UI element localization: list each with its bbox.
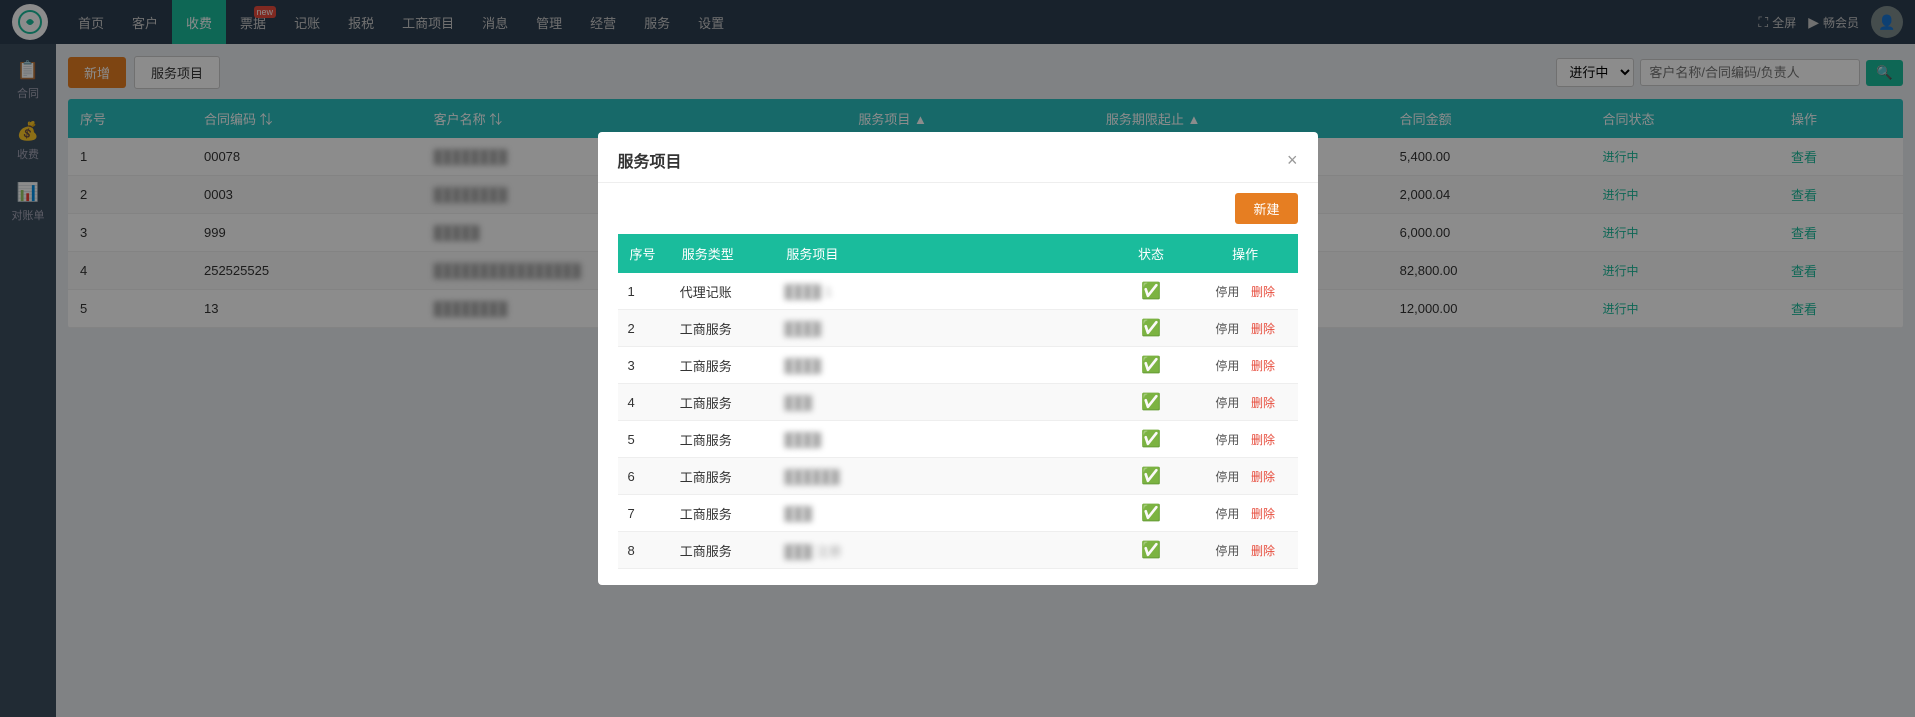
modal-cell-seq: 4 [618, 384, 670, 421]
modal-table-row: 5 工商服务 ████ ✅ 停用 删除 [618, 421, 1298, 458]
modal-table-row: 6 工商服务 ██████ ✅ 停用 删除 [618, 458, 1298, 495]
stop-button[interactable]: 停用 [1215, 322, 1239, 336]
status-check-icon: ✅ [1141, 431, 1161, 448]
modal-cell-item: ████ 1 [774, 273, 1109, 310]
modal-cell-action: 停用 删除 [1193, 273, 1298, 310]
modal-cell-item: ███ [774, 495, 1109, 532]
modal-cell-status: ✅ [1109, 495, 1193, 532]
modal-cell-seq: 7 [618, 495, 670, 532]
modal-table-row: 2 工商服务 ████ ✅ 停用 删除 [618, 310, 1298, 347]
service-table: 序号 服务类型 服务项目 状态 操作 1 代理记账 ████ 1 ✅ 停用 [618, 234, 1298, 569]
modal-cell-action: 停用 删除 [1193, 384, 1298, 421]
service-modal: 服务项目 × 新建 序号 服务类型 服务项目 状态 [598, 132, 1318, 585]
status-check-icon: ✅ [1141, 394, 1161, 411]
modal-cell-status: ✅ [1109, 532, 1193, 569]
modal-col-status: 状态 [1109, 234, 1193, 273]
modal-table-row: 1 代理记账 ████ 1 ✅ 停用 删除 [618, 273, 1298, 310]
stop-button[interactable]: 停用 [1215, 544, 1239, 558]
modal-cell-seq: 5 [618, 421, 670, 458]
status-check-icon: ✅ [1141, 283, 1161, 300]
stop-button[interactable]: 停用 [1215, 396, 1239, 410]
modal-cell-type: 工商服务 [670, 532, 775, 569]
layout: 📋 合同 💰 收费 📊 对账单 新增 服务项目 进行中 全部 已完成 已终止 [0, 44, 1915, 717]
modal-cell-item: ████ [774, 421, 1109, 458]
modal-cell-action: 停用 删除 [1193, 310, 1298, 347]
delete-button[interactable]: 删除 [1251, 359, 1275, 373]
modal-cell-item: ████ [774, 310, 1109, 347]
status-check-icon: ✅ [1141, 320, 1161, 337]
modal-cell-item: ████ [774, 347, 1109, 384]
status-check-icon: ✅ [1141, 468, 1161, 485]
modal-header: 服务项目 × [598, 132, 1318, 183]
delete-button[interactable]: 删除 [1251, 433, 1275, 447]
modal-cell-type: 代理记账 [670, 273, 775, 310]
modal-cell-type: 工商服务 [670, 347, 775, 384]
status-check-icon: ✅ [1141, 357, 1161, 374]
modal-cell-status: ✅ [1109, 347, 1193, 384]
modal-new-button[interactable]: 新建 [1235, 193, 1297, 224]
modal-cell-seq: 2 [618, 310, 670, 347]
modal-cell-seq: 8 [618, 532, 670, 569]
status-check-icon: ✅ [1141, 542, 1161, 559]
modal-cell-action: 停用 删除 [1193, 532, 1298, 569]
modal-cell-status: ✅ [1109, 384, 1193, 421]
delete-button[interactable]: 删除 [1251, 285, 1275, 299]
delete-button[interactable]: 删除 [1251, 470, 1275, 484]
modal-col-item: 服务项目 [774, 234, 1109, 273]
status-check-icon: ✅ [1141, 505, 1161, 522]
delete-button[interactable]: 删除 [1251, 322, 1275, 336]
modal-toolbar: 新建 [598, 183, 1318, 234]
modal-cell-item: ███ 注册 [774, 532, 1109, 569]
modal-cell-item: ███ [774, 384, 1109, 421]
modal-cell-item: ██████ [774, 458, 1109, 495]
stop-button[interactable]: 停用 [1215, 285, 1239, 299]
stop-button[interactable]: 停用 [1215, 359, 1239, 373]
modal-cell-type: 工商服务 [670, 384, 775, 421]
modal-table-row: 8 工商服务 ███ 注册 ✅ 停用 删除 [618, 532, 1298, 569]
modal-overlay[interactable]: 服务项目 × 新建 序号 服务类型 服务项目 状态 [56, 44, 1915, 717]
stop-button[interactable]: 停用 [1215, 507, 1239, 521]
modal-col-action: 操作 [1193, 234, 1298, 273]
modal-col-seq: 序号 [618, 234, 670, 273]
modal-cell-action: 停用 删除 [1193, 495, 1298, 532]
modal-body: 序号 服务类型 服务项目 状态 操作 1 代理记账 ████ 1 ✅ 停用 [598, 234, 1318, 585]
stop-button[interactable]: 停用 [1215, 470, 1239, 484]
modal-cell-status: ✅ [1109, 273, 1193, 310]
modal-cell-type: 工商服务 [670, 458, 775, 495]
modal-col-type: 服务类型 [670, 234, 775, 273]
delete-button[interactable]: 删除 [1251, 507, 1275, 521]
modal-cell-type: 工商服务 [670, 495, 775, 532]
modal-cell-type: 工商服务 [670, 421, 775, 458]
modal-cell-type: 工商服务 [670, 310, 775, 347]
modal-title: 服务项目 [618, 148, 682, 172]
modal-close-button[interactable]: × [1287, 151, 1298, 169]
modal-cell-status: ✅ [1109, 421, 1193, 458]
delete-button[interactable]: 删除 [1251, 544, 1275, 558]
stop-button[interactable]: 停用 [1215, 433, 1239, 447]
modal-table-row: 7 工商服务 ███ ✅ 停用 删除 [618, 495, 1298, 532]
modal-cell-action: 停用 删除 [1193, 458, 1298, 495]
modal-cell-status: ✅ [1109, 310, 1193, 347]
modal-cell-seq: 3 [618, 347, 670, 384]
modal-cell-status: ✅ [1109, 458, 1193, 495]
modal-cell-action: 停用 删除 [1193, 347, 1298, 384]
modal-table-row: 3 工商服务 ████ ✅ 停用 删除 [618, 347, 1298, 384]
modal-cell-seq: 1 [618, 273, 670, 310]
delete-button[interactable]: 删除 [1251, 396, 1275, 410]
modal-cell-seq: 6 [618, 458, 670, 495]
modal-cell-action: 停用 删除 [1193, 421, 1298, 458]
main-content: 新增 服务项目 进行中 全部 已完成 已终止 🔍 序号 合同编码 ⇅ [56, 44, 1915, 717]
modal-table-row: 4 工商服务 ███ ✅ 停用 删除 [618, 384, 1298, 421]
